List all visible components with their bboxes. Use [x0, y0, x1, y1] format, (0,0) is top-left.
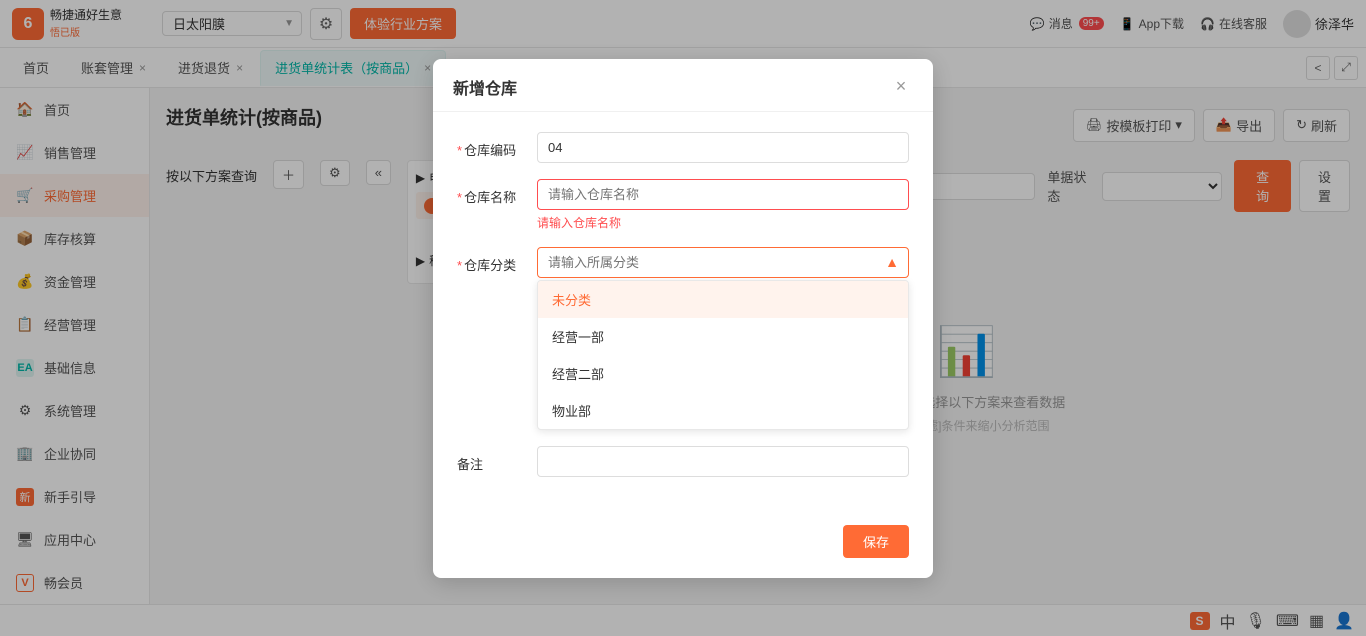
dialog-footer: 保存	[433, 513, 933, 578]
code-input[interactable]	[537, 132, 909, 163]
name-field: 请输入仓库名称	[537, 179, 909, 231]
save-button[interactable]: 保存	[843, 525, 909, 558]
name-error-msg: 请输入仓库名称	[537, 214, 909, 231]
dropdown-item-dept3[interactable]: 物业部	[538, 392, 908, 429]
dropdown-item-dept1[interactable]: 经营一部	[538, 318, 908, 355]
dialog-close-button[interactable]: ×	[889, 75, 913, 99]
up-arrow-icon[interactable]: ▲	[885, 254, 899, 270]
new-warehouse-dialog: 新增仓库 × 仓库编码 仓库名称 请输入仓库名称 仓库分类	[433, 59, 933, 578]
name-label: 仓库名称	[457, 179, 537, 206]
dropdown-item-uncategorized[interactable]: 未分类	[538, 281, 908, 318]
category-input[interactable]	[537, 247, 909, 278]
remark-label: 备注	[457, 446, 537, 473]
category-dropdown: 未分类 经营一部 经营二部 物业部	[537, 280, 909, 430]
remark-field	[537, 446, 909, 477]
code-field	[537, 132, 909, 163]
form-row-code: 仓库编码	[457, 132, 909, 163]
form-row-name: 仓库名称 请输入仓库名称	[457, 179, 909, 231]
code-label: 仓库编码	[457, 132, 537, 159]
remark-input[interactable]	[537, 446, 909, 477]
dialog-header: 新增仓库 ×	[433, 59, 933, 112]
form-row-remark: 备注	[457, 446, 909, 477]
category-field: ▲ 未分类 经营一部 经营二部 物业部	[537, 247, 909, 430]
form-row-category: 仓库分类 ▲ 未分类 经营一部 经营二部 物业部	[457, 247, 909, 430]
dialog-body: 仓库编码 仓库名称 请输入仓库名称 仓库分类 ▲	[433, 112, 933, 513]
category-label: 仓库分类	[457, 247, 537, 274]
dropdown-item-dept2[interactable]: 经营二部	[538, 355, 908, 392]
dialog-title: 新增仓库	[453, 75, 889, 99]
name-input[interactable]	[537, 179, 909, 210]
dialog-overlay[interactable]: 新增仓库 × 仓库编码 仓库名称 请输入仓库名称 仓库分类	[0, 0, 1366, 636]
category-input-wrap: ▲	[537, 247, 909, 278]
